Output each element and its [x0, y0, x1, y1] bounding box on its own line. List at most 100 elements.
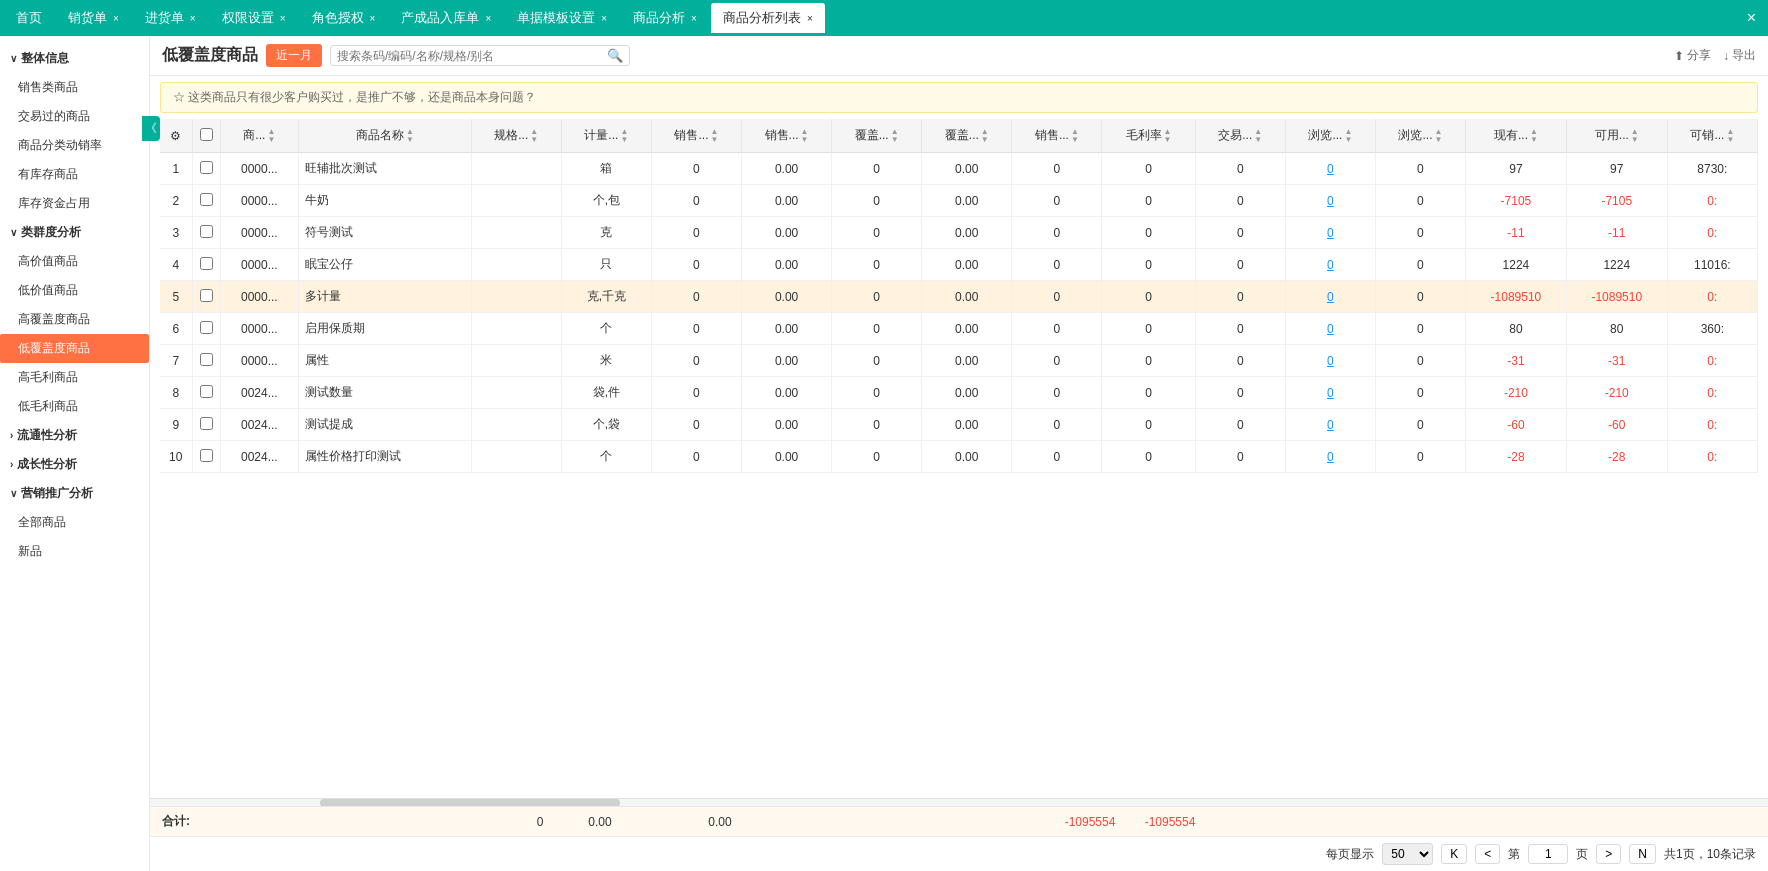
table-cell[interactable] — [192, 313, 220, 345]
sidebar-item-low-coverage[interactable]: 低覆盖度商品 — [0, 334, 149, 363]
th-browse1[interactable]: 浏览... ▲▼ — [1285, 119, 1375, 153]
last-page-button[interactable]: N — [1629, 844, 1656, 864]
table-cell[interactable] — [192, 345, 220, 377]
sidebar-item-new-goods[interactable]: 新品 — [0, 537, 149, 566]
sidebar-item-sales-goods[interactable]: 销售类商品 — [0, 73, 149, 102]
table-cell[interactable]: 0 — [1285, 185, 1375, 217]
table-cell[interactable]: 0 — [1285, 345, 1375, 377]
table-cell: 80 — [1566, 313, 1667, 345]
nav-tab-home[interactable]: 首页 — [4, 3, 54, 33]
table-cell[interactable] — [192, 249, 220, 281]
table-cell[interactable]: 0 — [1285, 441, 1375, 473]
nav-tab-permissions-close[interactable]: × — [280, 13, 286, 24]
table-cell[interactable]: 0 — [1285, 281, 1375, 313]
select-all-checkbox[interactable] — [200, 128, 213, 141]
table-cell[interactable]: 0 — [1285, 153, 1375, 185]
table-cell[interactable]: 0 — [1285, 249, 1375, 281]
page-suffix: 页 — [1576, 846, 1588, 863]
horizontal-scrollbar[interactable] — [150, 798, 1768, 806]
table-cell[interactable]: 0 — [1285, 377, 1375, 409]
th-gross-margin[interactable]: 毛利率 ▲▼ — [1102, 119, 1195, 153]
sidebar-item-all-goods[interactable]: 全部商品 — [0, 508, 149, 537]
th-spec[interactable]: 规格... ▲▼ — [471, 119, 561, 153]
table-cell[interactable] — [192, 409, 220, 441]
sidebar-item-traded-goods[interactable]: 交易过的商品 — [0, 102, 149, 131]
table-cell[interactable] — [192, 153, 220, 185]
th-unit[interactable]: 计量... ▲▼ — [561, 119, 651, 153]
sidebar-collapse-button[interactable]: 《 — [142, 116, 160, 141]
nav-tab-purchase-close[interactable]: × — [190, 13, 196, 24]
table-cell[interactable] — [192, 185, 220, 217]
sidebar-group-overall[interactable]: ∨ 整体信息 — [0, 44, 149, 73]
share-button[interactable]: ⬆ 分享 — [1674, 47, 1711, 64]
nav-tab-production-close[interactable]: × — [485, 13, 491, 24]
nav-tab-roles[interactable]: 角色授权 × — [300, 3, 388, 33]
settings-icon[interactable]: ⚙ — [170, 129, 181, 143]
th-saleable[interactable]: 可销... ▲▼ — [1667, 119, 1757, 153]
nav-tab-purchase[interactable]: 进货单 × — [133, 3, 208, 33]
table-cell[interactable] — [192, 441, 220, 473]
nav-tab-analysis-list[interactable]: 商品分析列表 × — [711, 3, 825, 33]
sidebar-item-category-rate[interactable]: 商品分类动销率 — [0, 131, 149, 160]
sidebar-group-liquidity[interactable]: › 流通性分析 — [0, 421, 149, 450]
th-trade[interactable]: 交易... ▲▼ — [1195, 119, 1285, 153]
th-browse2[interactable]: 浏览... ▲▼ — [1375, 119, 1465, 153]
th-sales-qty[interactable]: 销售... ▲▼ — [651, 119, 741, 153]
sort-icon-gm: ▲▼ — [1164, 128, 1172, 144]
nav-tab-permissions[interactable]: 权限设置 × — [210, 3, 298, 33]
share-icon: ⬆ — [1674, 49, 1684, 63]
sidebar-item-high-profit[interactable]: 高毛利商品 — [0, 363, 149, 392]
nav-tab-template[interactable]: 单据模板设置 × — [505, 3, 619, 33]
sidebar-item-stocked-goods[interactable]: 有库存商品 — [0, 160, 149, 189]
search-input[interactable] — [337, 49, 603, 63]
sidebar-item-high-coverage[interactable]: 高覆盖度商品 — [0, 305, 149, 334]
export-button[interactable]: ↓ 导出 — [1723, 47, 1756, 64]
th-sales-amt[interactable]: 销售... ▲▼ — [742, 119, 832, 153]
nav-tab-analysis[interactable]: 商品分析 × — [621, 3, 709, 33]
table-cell: 0.00 — [742, 185, 832, 217]
th-cov2[interactable]: 覆盖... ▲▼ — [922, 119, 1012, 153]
total-info: 共1页，10条记录 — [1664, 846, 1756, 863]
chevron-right-icon: › — [10, 430, 13, 441]
th-settings[interactable]: ⚙ — [160, 119, 192, 153]
next-page-button[interactable]: > — [1596, 844, 1621, 864]
nav-tab-sales-close[interactable]: × — [113, 13, 119, 24]
table-cell[interactable]: 0 — [1285, 409, 1375, 441]
nav-tab-sales[interactable]: 销货单 × — [56, 3, 131, 33]
table-cell[interactable]: 0 — [1285, 313, 1375, 345]
sidebar-group-marketing[interactable]: ∨ 营销推广分析 — [0, 479, 149, 508]
nav-close-all[interactable]: × — [1739, 9, 1764, 27]
nav-tab-analysis-list-close[interactable]: × — [807, 13, 813, 24]
table-cell: 8 — [160, 377, 192, 409]
th-available[interactable]: 可用... ▲▼ — [1566, 119, 1667, 153]
sidebar-group-growth[interactable]: › 成长性分析 — [0, 450, 149, 479]
sidebar-item-stock-capital[interactable]: 库存资金占用 — [0, 189, 149, 218]
nav-tab-template-close[interactable]: × — [601, 13, 607, 24]
table-cell[interactable] — [192, 217, 220, 249]
search-icon[interactable]: 🔍 — [607, 48, 623, 63]
sidebar-item-high-value[interactable]: 高价值商品 — [0, 247, 149, 276]
th-name[interactable]: 商品名称 ▲▼ — [299, 119, 472, 153]
th-code[interactable]: 商... ▲▼ — [220, 119, 299, 153]
nav-tab-production[interactable]: 产成品入库单 × — [389, 3, 503, 33]
page-number-input[interactable] — [1528, 844, 1568, 864]
page-size-select[interactable]: 50 20 100 200 — [1382, 843, 1433, 865]
first-page-button[interactable]: K — [1441, 844, 1467, 864]
th-current-stock[interactable]: 现有... ▲▼ — [1466, 119, 1567, 153]
table-cell[interactable] — [192, 281, 220, 313]
prev-page-button[interactable]: < — [1475, 844, 1500, 864]
th-cov1[interactable]: 覆盖... ▲▼ — [832, 119, 922, 153]
content-area: 低覆盖度商品 近一月 🔍 ⬆ 分享 ↓ 导出 ☆ 这类商品只有很少客户购买过，是… — [150, 36, 1768, 871]
sidebar-item-low-profit[interactable]: 低毛利商品 — [0, 392, 149, 421]
table-cell[interactable]: 0 — [1285, 217, 1375, 249]
th-sales-count[interactable]: 销售... ▲▼ — [1012, 119, 1102, 153]
sidebar-group-cluster[interactable]: ∨ 类群度分析 — [0, 218, 149, 247]
table-cell: -11 — [1566, 217, 1667, 249]
table-cell[interactable] — [192, 377, 220, 409]
nav-tab-analysis-close[interactable]: × — [691, 13, 697, 24]
table-cell — [471, 281, 561, 313]
sidebar-item-low-value[interactable]: 低价值商品 — [0, 276, 149, 305]
period-button[interactable]: 近一月 — [266, 44, 322, 67]
nav-tab-roles-close[interactable]: × — [370, 13, 376, 24]
th-checkbox[interactable] — [192, 119, 220, 153]
